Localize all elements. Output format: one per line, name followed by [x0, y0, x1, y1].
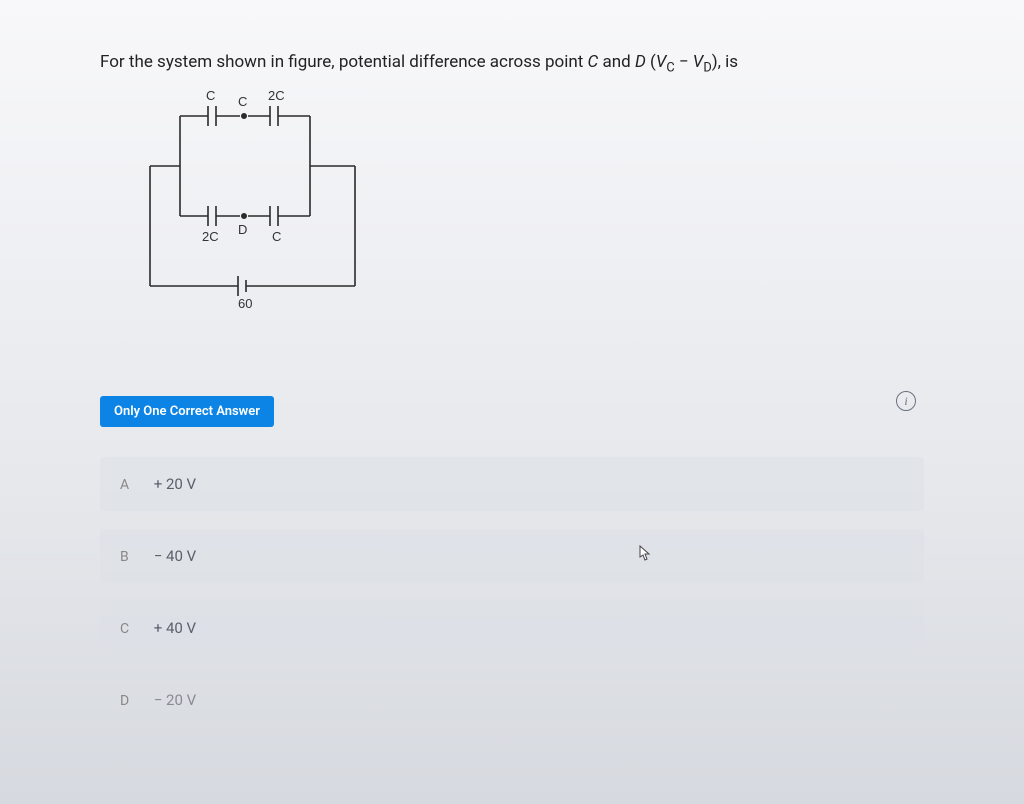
option-letter: A: [120, 477, 150, 493]
answer-type-badge: Only One Correct Answer: [100, 396, 274, 427]
option-text: + 20 V: [154, 475, 196, 493]
option-d[interactable]: D − 20 V: [100, 673, 924, 727]
info-icon[interactable]: i: [896, 391, 916, 411]
label-source: 60: [238, 296, 252, 311]
cursor-icon: [634, 543, 654, 572]
label-cap-2c-top: 2C: [268, 88, 285, 103]
label-point-c: C: [238, 94, 247, 109]
option-c[interactable]: C + 40 V: [100, 601, 924, 655]
option-a[interactable]: A + 20 V: [100, 457, 924, 511]
circuit-diagram: C C 2C 2C D C 60: [130, 86, 924, 326]
options-list: A + 20 V B − 40 V C + 40 V D − 20 V: [100, 457, 924, 727]
option-text: + 40 V: [154, 619, 196, 637]
option-letter: C: [120, 621, 150, 637]
question-text: For the system shown in figure, potentia…: [100, 50, 924, 78]
label-cap-c-top: C: [206, 88, 215, 103]
option-text: − 20 V: [154, 691, 196, 709]
label-cap-c-bottom: C: [272, 229, 281, 244]
option-letter: D: [120, 693, 150, 709]
label-point-d: D: [238, 222, 247, 237]
option-b[interactable]: B − 40 V: [100, 529, 924, 583]
label-cap-2c-bottom: 2C: [202, 229, 219, 244]
option-letter: B: [120, 549, 150, 565]
option-text: − 40 V: [154, 547, 196, 565]
